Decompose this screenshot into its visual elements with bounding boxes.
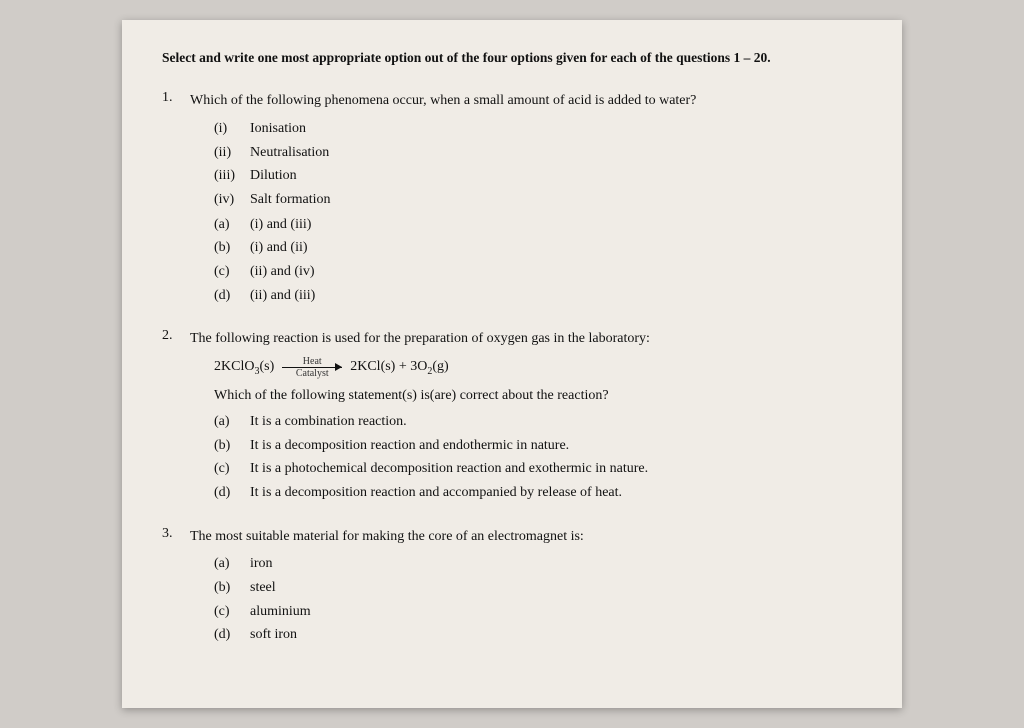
opt-a-label: (a): [214, 411, 250, 433]
q2-reaction: 2KClO3(s) Heat Catalyst 2KCl(s) + 3O2(g): [214, 356, 862, 379]
opt-d-text: It is a decomposition reaction and accom…: [250, 482, 622, 504]
list-item: (d) (ii) and (iii): [214, 285, 862, 307]
list-item: (iii) Dilution: [214, 165, 862, 187]
opt-c-label: (c): [214, 458, 250, 480]
opt-b-text: steel: [250, 577, 276, 599]
list-item: (iv) Salt formation: [214, 189, 862, 211]
list-item: (a) It is a combination reaction.: [214, 411, 862, 433]
q2-sub-question: Which of the following statement(s) is(a…: [214, 385, 862, 407]
sub-opt-label: (iv): [214, 189, 250, 211]
sub-opt-text: Neutralisation: [250, 142, 329, 164]
opt-b-label: (b): [214, 435, 250, 457]
list-item: (d) soft iron: [214, 624, 862, 646]
opt-a-text: It is a combination reaction.: [250, 411, 407, 433]
opt-c-text: (ii) and (iv): [250, 261, 315, 283]
opt-c-text: It is a photochemical decomposition reac…: [250, 458, 648, 480]
sub-opt-label: (i): [214, 118, 250, 140]
q1-text: Which of the following phenomena occur, …: [190, 90, 696, 112]
sub-opt-text: Ionisation: [250, 118, 306, 140]
list-item: (b) steel: [214, 577, 862, 599]
arrow-label-catalyst: Catalyst: [296, 368, 329, 379]
reaction-right: 2KCl(s) + 3O2(g): [350, 359, 448, 377]
list-item: (c) (ii) and (iv): [214, 261, 862, 283]
reaction-arrow: Heat Catalyst: [282, 356, 342, 379]
reaction-left: 2KClO3(s): [214, 359, 274, 377]
page: Select and write one most appropriate op…: [122, 20, 902, 708]
q2-options: (a) It is a combination reaction. (b) It…: [214, 411, 862, 504]
list-item: (b) (i) and (ii): [214, 237, 862, 259]
opt-d-text: soft iron: [250, 624, 297, 646]
list-item: (c) aluminium: [214, 601, 862, 623]
q3-options: (a) iron (b) steel (c) aluminium (d) sof…: [214, 553, 862, 646]
list-item: (d) It is a decomposition reaction and a…: [214, 482, 862, 504]
sub-opt-text: Salt formation: [250, 189, 331, 211]
sub-opt-label: (iii): [214, 165, 250, 187]
opt-d-label: (d): [214, 624, 250, 646]
question-3-block: 3. The most suitable material for making…: [162, 526, 862, 646]
opt-a-label: (a): [214, 553, 250, 575]
opt-d-label: (d): [214, 285, 250, 307]
list-item: (b) It is a decomposition reaction and e…: [214, 435, 862, 457]
q3-text: The most suitable material for making th…: [190, 526, 584, 548]
sub-opt-label: (ii): [214, 142, 250, 164]
list-item: (ii) Neutralisation: [214, 142, 862, 164]
opt-b-text: It is a decomposition reaction and endot…: [250, 435, 569, 457]
opt-d-text: (ii) and (iii): [250, 285, 315, 307]
opt-b-label: (b): [214, 237, 250, 259]
arrow-line: [282, 367, 342, 368]
opt-c-label: (c): [214, 601, 250, 623]
opt-a-text: (i) and (iii): [250, 214, 311, 236]
opt-b-text: (i) and (ii): [250, 237, 308, 259]
opt-c-text: aluminium: [250, 601, 311, 623]
opt-d-label: (d): [214, 482, 250, 504]
question-1-block: 1. Which of the following phenomena occu…: [162, 90, 862, 306]
list-item: (c) It is a photochemical decomposition …: [214, 458, 862, 480]
q1-options: (a) (i) and (iii) (b) (i) and (ii) (c) (…: [214, 214, 862, 307]
q2-number: 2.: [162, 328, 190, 344]
arrow-label-heat: Heat: [303, 356, 322, 367]
list-item: (a) (i) and (iii): [214, 214, 862, 236]
list-item: (i) Ionisation: [214, 118, 862, 140]
opt-c-label: (c): [214, 261, 250, 283]
opt-b-label: (b): [214, 577, 250, 599]
opt-a-label: (a): [214, 214, 250, 236]
q2-text: The following reaction is used for the p…: [190, 328, 650, 350]
q1-number: 1.: [162, 90, 190, 106]
q3-number: 3.: [162, 526, 190, 542]
sub-opt-text: Dilution: [250, 165, 297, 187]
instructions-text: Select and write one most appropriate op…: [162, 48, 862, 68]
q1-sub-options: (i) Ionisation (ii) Neutralisation (iii)…: [214, 118, 862, 211]
opt-a-text: iron: [250, 553, 273, 575]
list-item: (a) iron: [214, 553, 862, 575]
question-2-block: 2. The following reaction is used for th…: [162, 328, 862, 503]
